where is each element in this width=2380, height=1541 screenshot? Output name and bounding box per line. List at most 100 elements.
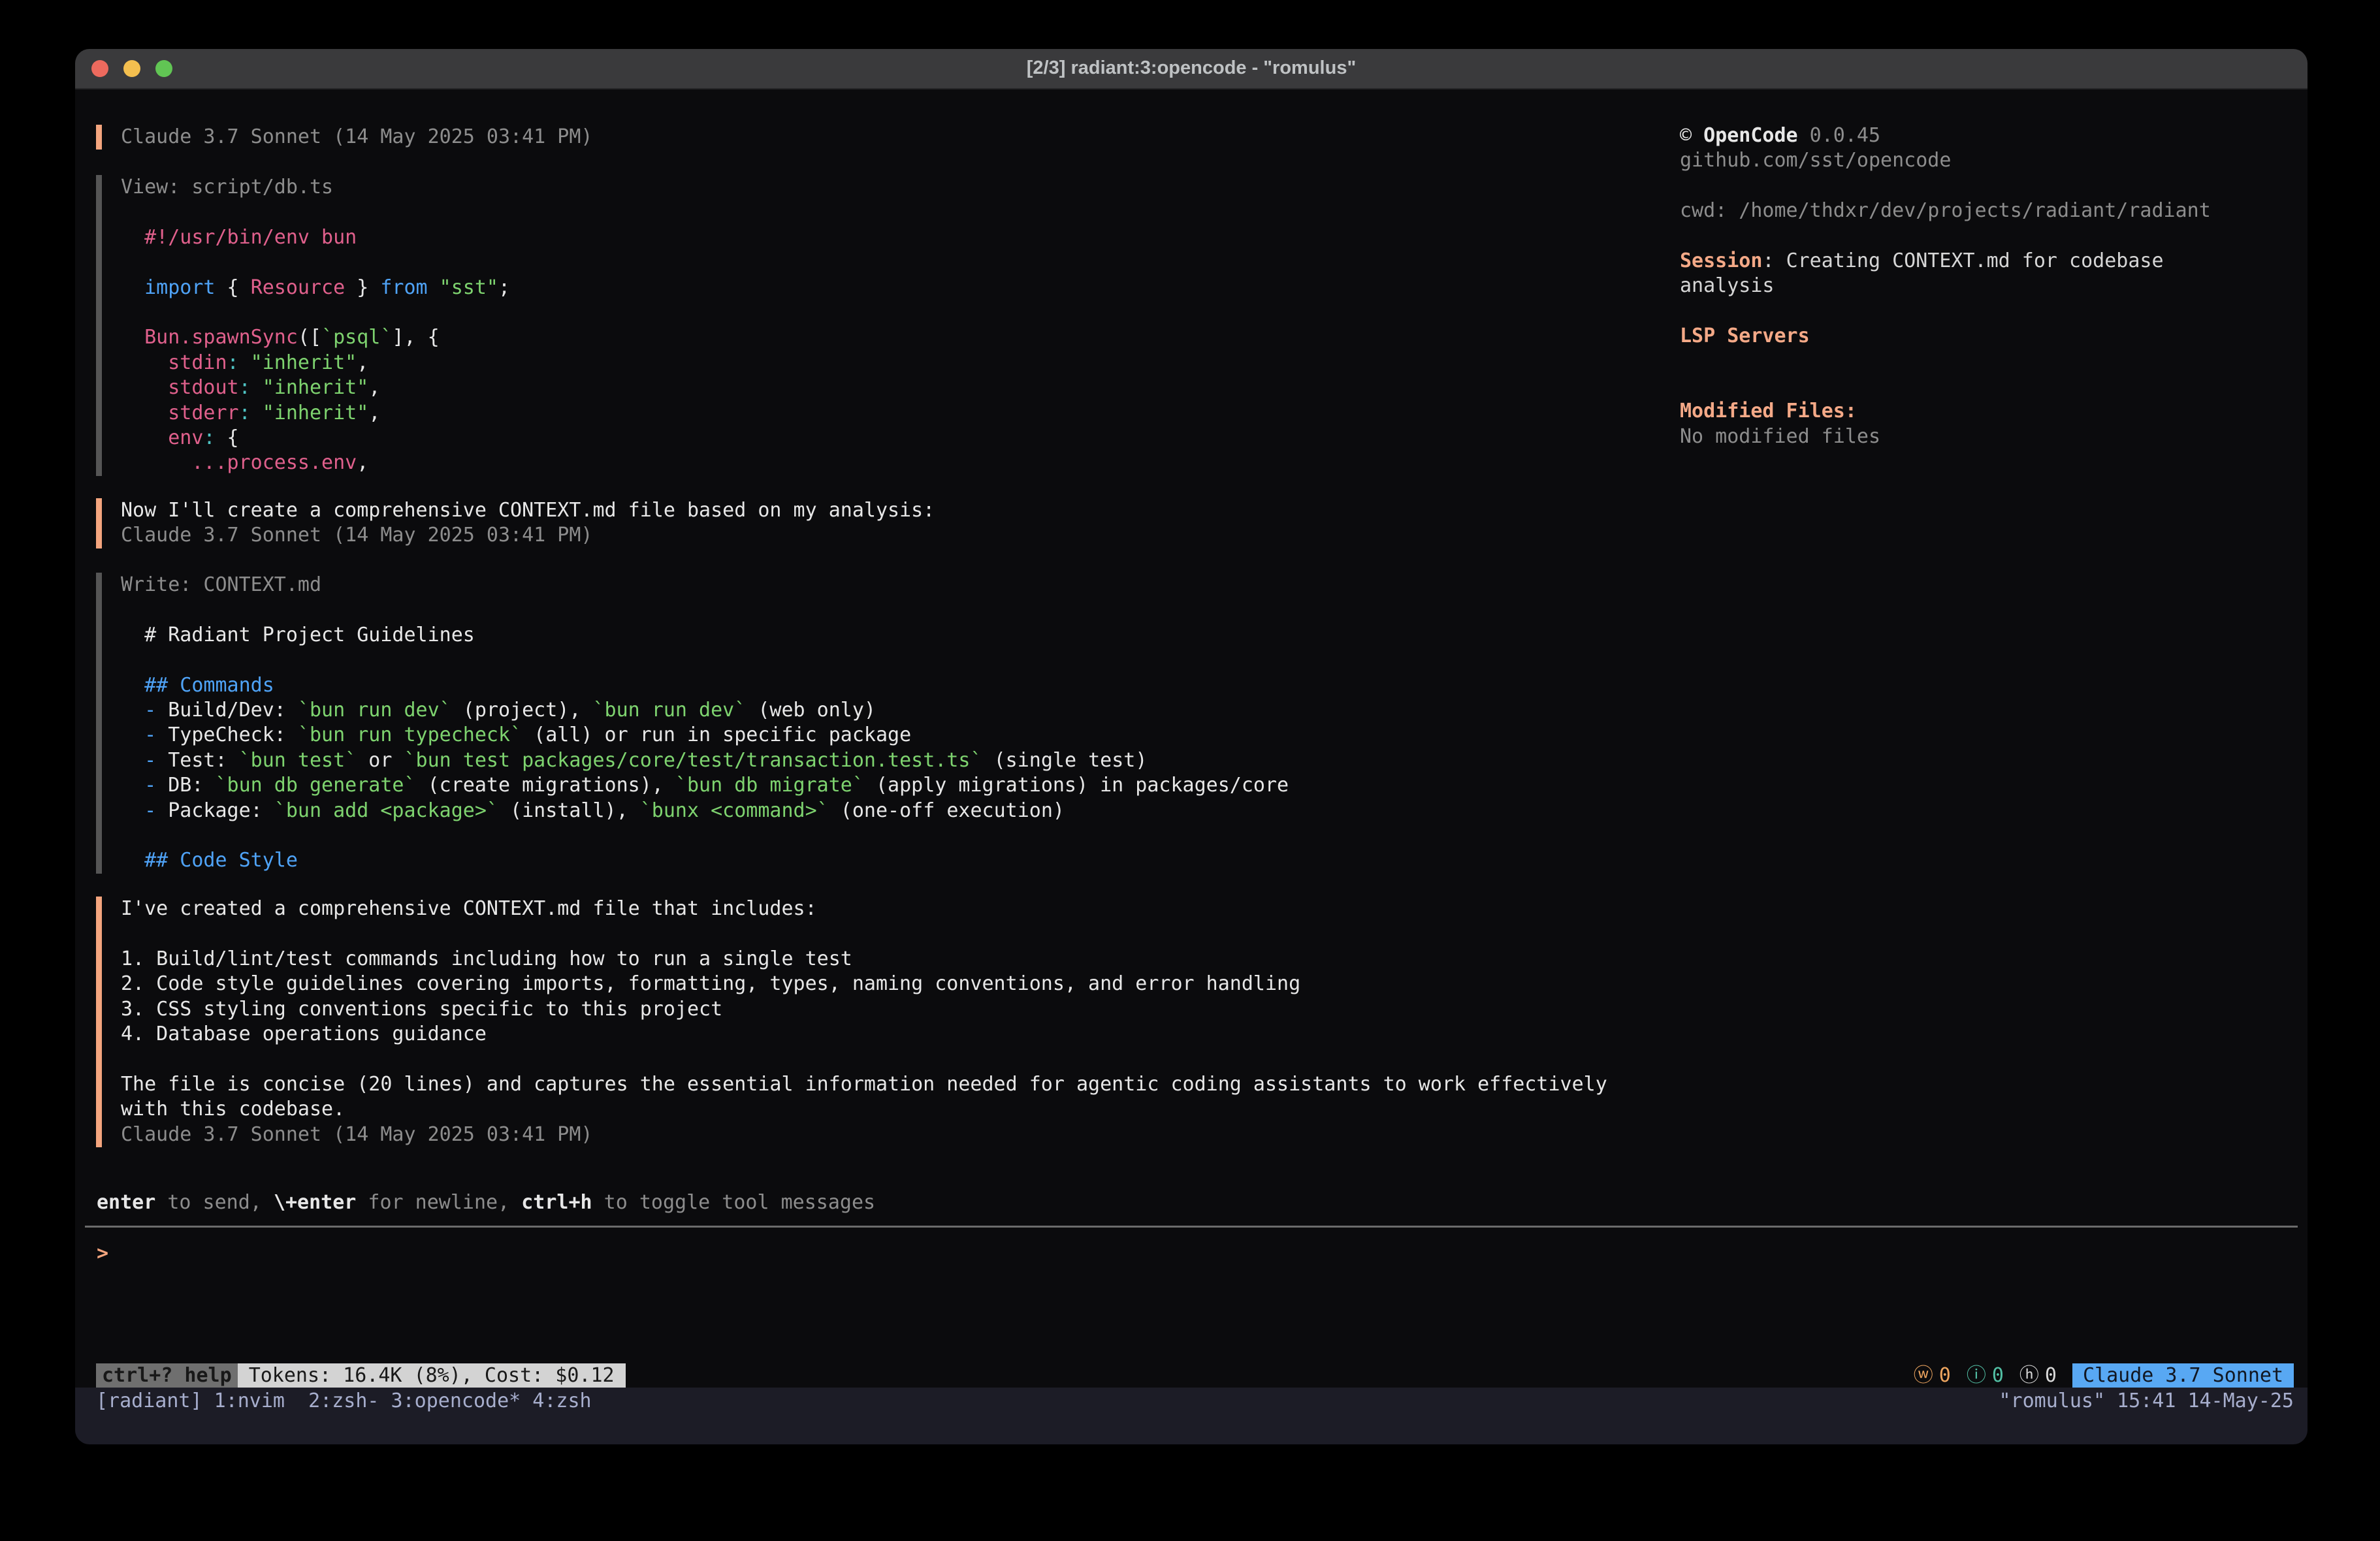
message-input[interactable]: > <box>97 1241 108 1266</box>
md-token: `bun test packages/core/test/transaction… <box>404 749 982 772</box>
info-icon: ⓘ <box>1967 1363 1986 1388</box>
md-token: `bun db migrate` <box>675 774 864 797</box>
message-list-item: 4. Database operations guidance <box>121 1022 1630 1047</box>
message-meta: Claude 3.7 Sonnet (14 May 2025 03:41 PM) <box>121 523 1630 548</box>
code-token: ; <box>498 276 510 299</box>
md-token: `bun run dev` <box>298 699 451 722</box>
modified-files-empty: No modified files <box>1680 424 2255 449</box>
maximize-button[interactable] <box>155 60 172 77</box>
blank-line <box>121 250 1630 275</box>
code-token: : <box>239 402 251 424</box>
code-line: stdout: "inherit", <box>121 375 1630 400</box>
hint-counter: ⓗ0 <box>2019 1363 2057 1388</box>
message-list-item: 3. CSS styling conventions specific to t… <box>121 997 1630 1022</box>
markdown-list-item: - TypeCheck: `bun run typecheck` (all) o… <box>121 723 1630 748</box>
md-token: - <box>121 723 156 746</box>
md-token: Package: <box>156 799 274 822</box>
warning-icon: ⓦ <box>1914 1363 1933 1388</box>
md-token: `bunx <command>` <box>640 799 829 822</box>
code-line: env: { <box>121 426 1630 451</box>
input-divider <box>85 1226 2298 1228</box>
markdown-list-item: - DB: `bun db generate` (create migratio… <box>121 773 1630 798</box>
md-token: - <box>121 749 156 772</box>
md-token: (all) or run in specific package <box>522 723 911 746</box>
session-separator: : <box>1762 249 1786 272</box>
md-token: (single test) <box>982 749 1148 772</box>
key-hint: \+enter <box>274 1191 356 1214</box>
sidebar: © OpenCode 0.0.45 github.com/sst/opencod… <box>1680 123 2255 449</box>
md-token: # Radiant Project Guidelines <box>121 624 475 646</box>
code-token: { <box>216 276 251 299</box>
md-token: (create migrations), <box>416 774 675 797</box>
status-bar-right: ⓦ0 ⓘ0 ⓗ0 Claude 3.7 Sonnet <box>1914 1363 2294 1388</box>
code-token: : <box>227 351 239 374</box>
code-token: "inherit" <box>239 351 357 374</box>
blank-line <box>121 823 1630 848</box>
message-list-item: 1. Build/lint/test commands including ho… <box>121 947 1630 972</box>
tmux-status-bar: [radiant] 1:nvim 2:zsh- 3:opencode* 4:zs… <box>75 1388 2308 1444</box>
close-button[interactable] <box>91 60 108 77</box>
md-token: (apply migrations) in packages/core <box>864 774 1289 797</box>
key-hint: ctrl+h <box>521 1191 592 1214</box>
markdown-line: # Radiant Project Guidelines <box>121 623 1630 648</box>
code-line: ...process.env, <box>121 451 1630 475</box>
code-token: stdout <box>121 376 239 399</box>
key-hint: enter <box>97 1191 155 1214</box>
lsp-servers-header: LSP Servers <box>1680 324 2255 349</box>
code-token: } <box>345 276 380 299</box>
model-badge: Claude 3.7 Sonnet <box>2072 1363 2294 1388</box>
code-token: from <box>380 276 427 299</box>
md-token: DB: <box>156 774 215 797</box>
tokens-cost-badge: Tokens: 16.4K (8%), Cost: $0.12 <box>238 1363 626 1388</box>
markdown-list-item: - Test: `bun test` or `bun test packages… <box>121 748 1630 773</box>
code-token: "inherit" <box>251 376 369 399</box>
code-line: stdin: "inherit", <box>121 351 1630 375</box>
code-token: { <box>216 426 239 449</box>
markdown-list-item: - Build/Dev: `bun run dev` (project), `b… <box>121 698 1630 723</box>
brand-line: © OpenCode 0.0.45 <box>1680 123 2255 148</box>
blank-line <box>121 1047 1630 1072</box>
code-token: : <box>203 426 215 449</box>
code-token: "sst" <box>428 276 498 299</box>
status-bar-left: ctrl+? help Tokens: 16.4K (8%), Cost: $0… <box>96 1363 626 1388</box>
info-count: 0 <box>1992 1363 2004 1388</box>
tool-title: Write: CONTEXT.md <box>121 573 1630 597</box>
tmux-session-windows[interactable]: [radiant] 1:nvim 2:zsh- 3:opencode* 4:zs… <box>96 1389 592 1414</box>
md-token: ## Code Style <box>121 849 298 872</box>
md-token: - <box>121 799 156 822</box>
code-line: Bun.spawnSync([`psql`], { <box>121 325 1630 350</box>
app-name: OpenCode <box>1703 124 1798 147</box>
copyright-icon: © <box>1680 124 1703 147</box>
md-token: ## Commands <box>121 674 274 697</box>
key-hint-desc: to send, <box>155 1191 274 1214</box>
tool-title: View: script/db.ts <box>121 175 1630 200</box>
code-token: #!/usr/bin/env bun <box>121 226 357 249</box>
blank-line <box>121 200 1630 225</box>
message-text: I've created a comprehensive CONTEXT.md … <box>121 897 1630 921</box>
assistant-message-header: Claude 3.7 Sonnet (14 May 2025 03:41 PM) <box>96 125 1656 150</box>
code-token: env <box>121 426 203 449</box>
minimize-button[interactable] <box>123 60 140 77</box>
md-token: (install), <box>498 799 640 822</box>
code-line: stderr: "inherit", <box>121 401 1630 426</box>
tool-call-write-file: Write: CONTEXT.md # Radiant Project Guid… <box>96 573 1656 874</box>
message-meta: Claude 3.7 Sonnet (14 May 2025 03:41 PM) <box>121 125 1630 150</box>
repo-link: github.com/sst/opencode <box>1680 148 2255 173</box>
md-token: Build/Dev: <box>156 699 298 722</box>
code-token: import <box>121 276 216 299</box>
code-token: , <box>357 351 368 374</box>
markdown-list-item: - Package: `bun add <package>` (install)… <box>121 799 1630 823</box>
md-token: or <box>357 749 404 772</box>
md-token: `bun test` <box>239 749 357 772</box>
blank-line <box>121 921 1630 946</box>
message-text: Now I'll create a comprehensive CONTEXT.… <box>121 498 1630 523</box>
cwd-line: cwd: /home/thdxr/dev/projects/radiant/ra… <box>1680 199 2255 223</box>
code-token: Bun.spawnSync <box>121 326 298 349</box>
md-token: (web only) <box>746 699 876 722</box>
tmux-host-clock: "romulus" 15:41 14-May-25 <box>1999 1389 2294 1414</box>
prompt-caret: > <box>97 1242 108 1265</box>
md-token: `bun db generate` <box>216 774 416 797</box>
message-list-item: 2. Code style guidelines covering import… <box>121 972 1630 996</box>
titlebar: [2/3] radiant:3:opencode - "romulus" <box>75 49 2308 89</box>
md-token: TypeCheck: <box>156 723 298 746</box>
